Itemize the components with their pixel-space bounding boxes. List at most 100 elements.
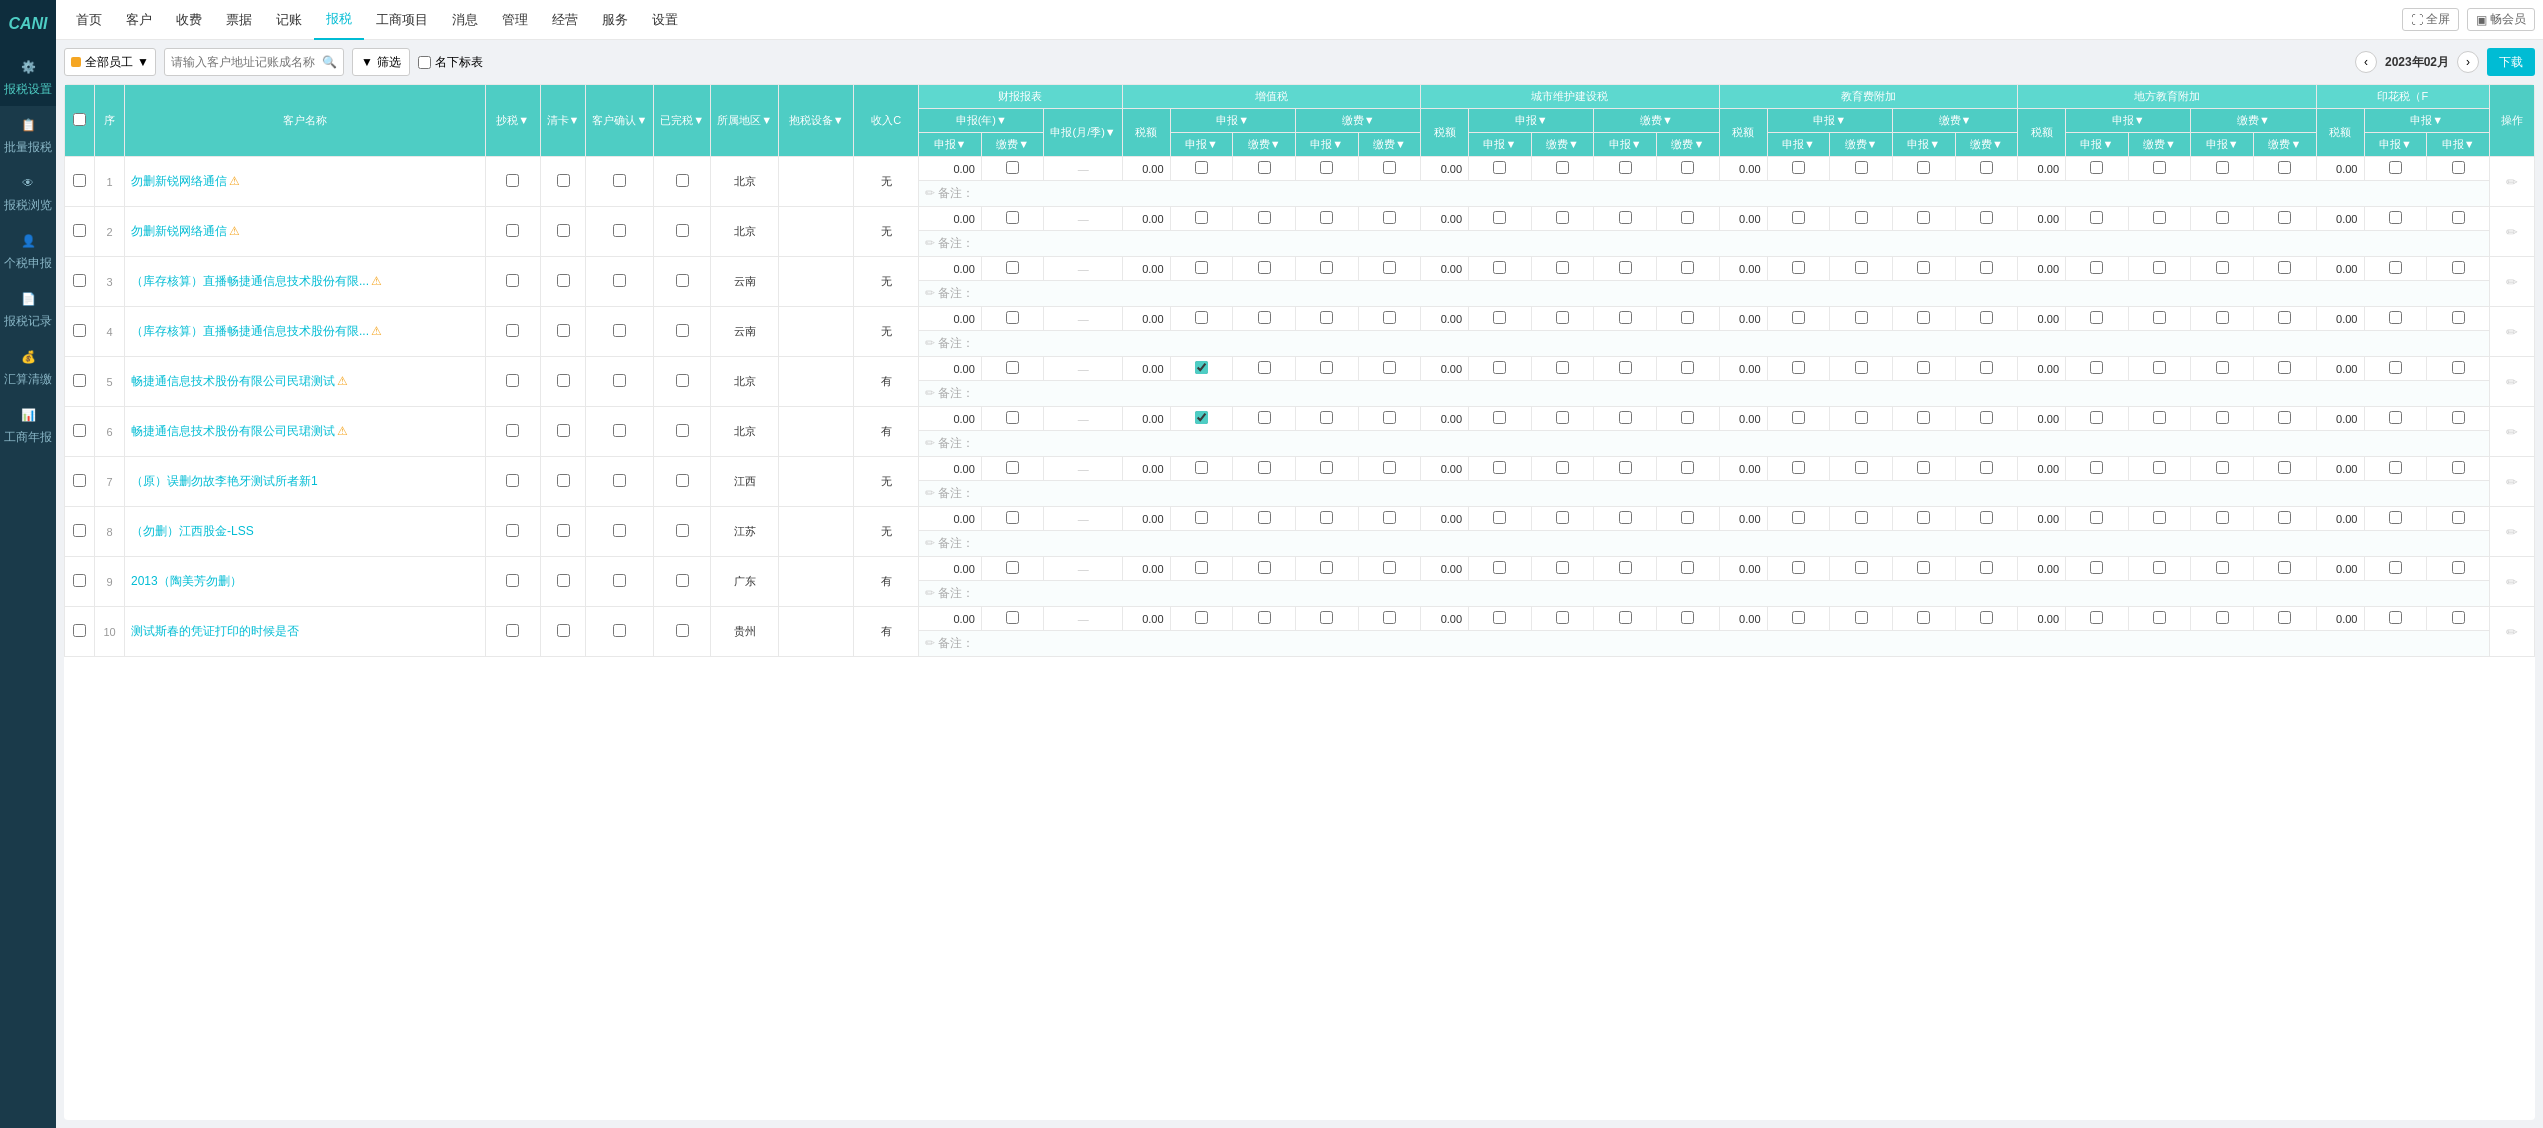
th-city-tax: 城市维护建设税 [1421,85,1719,109]
row-number: 6 [95,407,125,457]
region: 江苏 [711,507,779,557]
edit-button[interactable]: ✏ [2490,457,2535,507]
nav-fees[interactable]: 收费 [164,0,214,40]
remark-cell: ✏ 备注： [919,481,2490,507]
sidebar-item-summary[interactable]: 💰 汇算清缴 [0,338,56,396]
month-display: 2023年02月 [2385,54,2449,71]
company-name[interactable]: 畅捷通信息技术股份有限公司民珺测试⚠ [125,357,486,407]
remark-text: 备注： [938,436,974,450]
sidebar-item-tax-browse[interactable]: 👁 报税浏览 [0,164,56,222]
region: 北京 [711,207,779,257]
pencil-icon: ✏ [925,236,935,250]
company-name[interactable]: 畅捷通信息技术股份有限公司民珺测试⚠ [125,407,486,457]
region: 北京 [711,357,779,407]
th-local-d1: 申报▼ [2066,133,2129,157]
edit-button[interactable]: ✏ [2490,257,2535,307]
nav-invoice[interactable]: 票据 [214,0,264,40]
company-name[interactable]: （勿删）江西股金-LSS [125,507,486,557]
edit-button[interactable]: ✏ [2490,507,2535,557]
sidebar-item-batch-tax[interactable]: 📋 批量报税 [0,106,56,164]
nav-settings[interactable]: 设置 [640,0,690,40]
fullscreen-button[interactable]: ⛶ 全屏 [2402,8,2459,31]
nav-customer[interactable]: 客户 [114,0,164,40]
sidebar-item-annual-report[interactable]: 📊 工商年报 [0,396,56,454]
edit-button[interactable]: ✏ [2490,157,2535,207]
device [779,607,854,657]
edit-button[interactable]: ✏ [2490,407,2535,457]
name-filter-input[interactable] [418,56,431,69]
nav-bookkeeping[interactable]: 记账 [264,0,314,40]
table-row: 8 （勿删）江西股金-LSS 江苏 无 0.00 — 0.00 0.00 0.0… [65,507,2535,531]
company-name[interactable]: （库存核算）直播畅捷通信息技术股份有限...⚠ [125,307,486,357]
th-city-p1: 申报▼ [1594,133,1657,157]
company-name[interactable]: （原）误删勿故李艳牙测试所者新1 [125,457,486,507]
search-input[interactable] [171,55,318,69]
download-button[interactable]: 下载 [2487,48,2535,76]
table-row: 10 测试斯春的凭证打印的时候是否 贵州 有 0.00 — 0.00 0.00 … [65,607,2535,631]
nav-service[interactable]: 服务 [590,0,640,40]
sidebar-item-personal-tax[interactable]: 👤 个税申报 [0,222,56,280]
region: 云南 [711,257,779,307]
select-all-checkbox[interactable] [73,113,86,126]
remark-text: 备注： [938,336,974,350]
income-flag: 无 [854,457,919,507]
filter-dot [71,57,81,67]
pencil-icon: ✏ [925,586,935,600]
edit-button[interactable]: ✏ [2490,357,2535,407]
table-row: 2 勿删新锐网络通信⚠ 北京 无 0.00 — 0.00 0.00 0.00 0… [65,207,2535,231]
remark-cell: ✏ 备注： [919,431,2490,457]
th-city-pay: 缴费▼ [1594,109,1719,133]
edit-button[interactable]: ✏ [2490,557,2535,607]
name-filter-checkbox[interactable]: 名下标表 [418,54,483,71]
nav-manage[interactable]: 管理 [490,0,540,40]
th-select [65,85,95,157]
company-name[interactable]: 勿删新锐网络通信⚠ [125,207,486,257]
edit-button[interactable]: ✏ [2490,607,2535,657]
tax-records-icon: 📄 [17,288,39,310]
th-local-p1: 申报▼ [2191,133,2254,157]
nav-business[interactable]: 工商项目 [364,0,440,40]
remark-cell: ✏ 备注： [919,381,2490,407]
remark-text: 备注： [938,286,974,300]
edit-button[interactable]: ✏ [2490,207,2535,257]
table-row: 5 畅捷通信息技术股份有限公司民珺测试⚠ 北京 有 0.00 — 0.00 0.… [65,357,2535,381]
warning-icon: ⚠ [229,174,240,188]
prev-month-button[interactable]: ‹ [2355,51,2377,73]
income-flag: 无 [854,307,919,357]
company-name[interactable]: 测试斯春的凭证打印的时候是否 [125,607,486,657]
row-number: 2 [95,207,125,257]
row-number: 5 [95,357,125,407]
next-month-button[interactable]: › [2457,51,2479,73]
table-container[interactable]: 序 客户名称 抄税▼ 清卡▼ 客户确认▼ 已完税▼ 所属地区▼ 抱税设备▼ 收入… [64,84,2535,1120]
employee-filter[interactable]: 全部员工 ▼ [64,48,156,76]
remark-cell: ✏ 备注： [919,231,2490,257]
sidebar-item-tax-settings[interactable]: ⚙️ 报税设置 [0,48,56,106]
batch-tax-icon: 📋 [17,114,39,136]
nav-message[interactable]: 消息 [440,0,490,40]
nav-tax[interactable]: 报税 [314,0,364,40]
table-body: 1 勿删新锐网络通信⚠ 北京 无 0.00 — 0.00 0.00 0.00 0… [65,157,2535,657]
th-edu-amount: 税额 [1719,109,1767,157]
company-name[interactable]: 2013（陶美芳勿删） [125,557,486,607]
table-row: 4 （库存核算）直播畅捷通信息技术股份有限...⚠ 云南 无 0.00 — 0.… [65,307,2535,331]
sidebar-item-tax-records[interactable]: 📄 报税记录 [0,280,56,338]
warning-icon: ⚠ [337,374,348,388]
device [779,307,854,357]
pencil-icon: ✏ [925,536,935,550]
income-flag: 有 [854,357,919,407]
vip-button[interactable]: ▣ 畅会员 [2467,8,2535,31]
device [779,357,854,407]
table-row: 7 （原）误删勿故李艳牙测试所者新1 江西 无 0.00 — 0.00 0.00… [65,457,2535,481]
income-val: 0.00 [919,607,982,631]
filter-button[interactable]: ▼ 筛选 [352,48,410,76]
region: 云南 [711,307,779,357]
row-number: 4 [95,307,125,357]
company-name[interactable]: （库存核算）直播畅捷通信息技术股份有限...⚠ [125,257,486,307]
nav-finance[interactable]: 经营 [540,0,590,40]
company-name[interactable]: 勿删新锐网络通信⚠ [125,157,486,207]
warning-icon: ⚠ [337,424,348,438]
edit-button[interactable]: ✏ [2490,307,2535,357]
table-row: 9 2013（陶美芳勿删） 广东 有 0.00 — 0.00 0.00 0.00… [65,557,2535,581]
nav-home[interactable]: 首页 [64,0,114,40]
dropdown-arrow-icon: ▼ [137,55,149,69]
